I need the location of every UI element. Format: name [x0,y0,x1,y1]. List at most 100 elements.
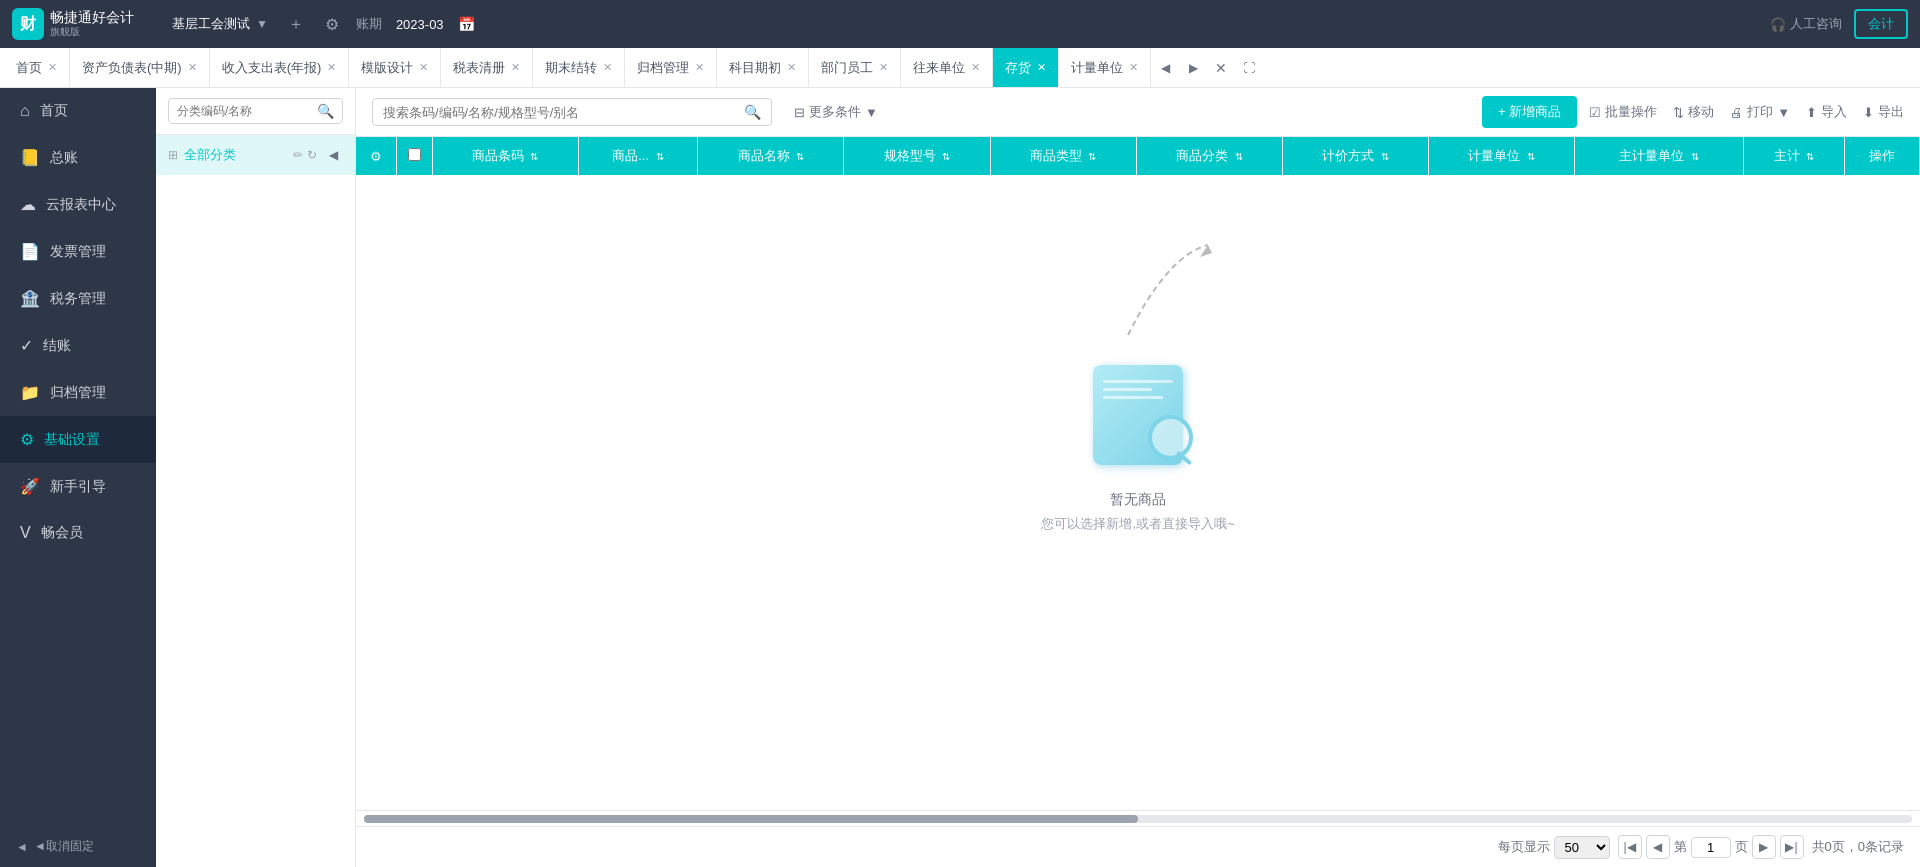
category-search-wrap[interactable]: 🔍 [168,98,343,124]
sort-type[interactable]: ⇅ [1088,152,1096,162]
settings-icon[interactable]: ⚙ [318,10,346,38]
pagination: 每页显示 50 100 200 |◀ ◀ 第 页 ▶ [356,826,1920,867]
sidebar-item-home[interactable]: ⌂ 首页 [0,88,156,134]
sidebar-item-member[interactable]: V 畅会员 [0,510,156,556]
sort-unit[interactable]: ⇅ [1527,152,1535,162]
th-action: 操作 [1844,137,1919,175]
scroll-area[interactable] [356,810,1920,826]
th-type[interactable]: 商品类型 ⇅ [990,137,1136,175]
sidebar-item-close-period[interactable]: ✓ 结账 [0,322,156,369]
tab-tax-list-close[interactable]: ✕ [511,61,520,74]
tab-period-close[interactable]: 期末结转 ✕ [533,48,625,88]
tab-template[interactable]: 模版设计 ✕ [349,48,441,88]
tab-template-close[interactable]: ✕ [419,61,428,74]
tab-nav-next[interactable]: ▶ [1179,48,1207,88]
page-last-btn[interactable]: ▶| [1780,835,1804,859]
th-code[interactable]: 商品... ⇅ [578,137,698,175]
th-barcode[interactable]: 商品条码 ⇅ [432,137,578,175]
sort-barcode[interactable]: ⇅ [530,152,538,162]
tab-period-close-close[interactable]: ✕ [603,61,612,74]
tab-archive[interactable]: 归档管理 ✕ [625,48,717,88]
page-label: 第 [1674,838,1687,856]
per-page-select[interactable]: 50 100 200 [1554,836,1610,859]
category-refresh-icon[interactable]: ↻ [307,148,317,162]
tab-close-all[interactable]: ✕ [1207,48,1235,88]
calendar-icon[interactable]: 📅 [458,16,475,32]
filter-more-btn[interactable]: ⊟ 更多条件 ▼ [784,98,888,126]
sort-main-unit[interactable]: ⇅ [1691,152,1699,162]
sidebar-item-cloud[interactable]: ☁ 云报表中心 [0,181,156,228]
th-main[interactable]: 主计 ⇅ [1744,137,1845,175]
tab-contacts-close[interactable]: ✕ [971,61,980,74]
th-price-method[interactable]: 计价方式 ⇅ [1282,137,1428,175]
product-search-icon[interactable]: 🔍 [744,104,761,120]
th-name[interactable]: 商品名称 ⇅ [698,137,844,175]
tab-income-report[interactable]: 收入支出表(年报) ✕ [210,48,350,88]
page-next-btn[interactable]: ▶ [1752,835,1776,859]
search-bar: 🔍 ⊟ 更多条件 ▼ + 新增商品 ☑ 批量操作 ⇅ [356,88,1920,137]
sidebar-item-tax[interactable]: 🏦 税务管理 [0,275,156,322]
account-button[interactable]: 会计 [1854,9,1908,39]
page-first-btn[interactable]: |◀ [1618,835,1642,859]
sidebar-item-invoice[interactable]: 📄 发票管理 [0,228,156,275]
tab-department[interactable]: 部门员工 ✕ [809,48,901,88]
sort-category[interactable]: ⇅ [1235,152,1243,162]
sidebar-item-guide[interactable]: 🚀 新手引导 [0,463,156,510]
sort-price-method[interactable]: ⇅ [1381,152,1389,162]
sort-main[interactable]: ⇅ [1806,152,1814,162]
sidebar-item-archive[interactable]: 📁 归档管理 [0,369,156,416]
tab-subject-initial[interactable]: 科目期初 ✕ [717,48,809,88]
tab-inventory[interactable]: 存货 ✕ [993,48,1059,88]
tab-contacts[interactable]: 往来单位 ✕ [901,48,993,88]
customer-service-btn[interactable]: 🎧 人工咨询 [1770,15,1842,33]
sidebar-item-ledger[interactable]: 📒 总账 [0,134,156,181]
move-btn[interactable]: ⇅ 移动 [1673,103,1714,121]
category-search-icon[interactable]: 🔍 [317,103,334,119]
product-search-input[interactable] [383,105,738,120]
batch-op-btn[interactable]: ☑ 批量操作 [1589,103,1657,121]
sidebar-unpin[interactable]: ◄ ◄取消固定 [0,826,156,867]
page-input[interactable] [1691,837,1731,858]
category-search-input[interactable] [177,104,313,118]
company-selector[interactable]: 基层工会测试 ▼ [172,15,268,33]
sort-spec[interactable]: ⇅ [942,152,950,162]
tab-expand[interactable]: ⛶ [1235,48,1263,88]
add-icon[interactable]: ＋ [282,10,310,38]
company-name: 基层工会测试 [172,15,250,33]
page-prev-btn[interactable]: ◀ [1646,835,1670,859]
tab-balance-sheet-close[interactable]: ✕ [188,61,197,74]
tab-homepage-close[interactable]: ✕ [48,61,57,74]
category-all[interactable]: ⊞ 全部分类 ✏ ↻ ◀ [156,135,355,175]
product-search-box[interactable]: 🔍 [372,98,772,126]
tab-income-report-close[interactable]: ✕ [327,61,336,74]
sort-code[interactable]: ⇅ [656,152,664,162]
th-unit[interactable]: 计量单位 ⇅ [1429,137,1575,175]
scroll-thumb[interactable] [364,815,1138,823]
import-btn[interactable]: ⬆ 导入 [1806,103,1847,121]
th-settings[interactable]: ⚙ [356,137,396,175]
add-product-btn[interactable]: + 新增商品 [1482,96,1577,128]
print-btn[interactable]: 🖨 打印 ▼ [1730,103,1790,121]
tab-unit-close[interactable]: ✕ [1129,61,1138,74]
tab-department-close[interactable]: ✕ [879,61,888,74]
tab-subject-initial-label: 科目期初 [729,59,781,77]
scroll-track[interactable] [364,815,1912,823]
tab-homepage[interactable]: 首页 ✕ [4,48,70,88]
th-checkbox[interactable] [396,137,432,175]
tab-subject-initial-close[interactable]: ✕ [787,61,796,74]
select-all-checkbox[interactable] [408,148,421,161]
tab-nav-prev[interactable]: ◀ [1151,48,1179,88]
th-category[interactable]: 商品分类 ⇅ [1136,137,1282,175]
sidebar-item-settings[interactable]: ⚙ 基础设置 [0,416,156,463]
th-spec[interactable]: 规格型号 ⇅ [844,137,990,175]
sort-name[interactable]: ⇅ [796,152,804,162]
tab-balance-sheet[interactable]: 资产负债表(中期) ✕ [70,48,210,88]
collapse-panel-btn[interactable]: ◀ [323,145,343,165]
tab-unit[interactable]: 计量单位 ✕ [1059,48,1151,88]
export-btn[interactable]: ⬇ 导出 [1863,103,1904,121]
category-edit-icon[interactable]: ✏ [293,148,303,162]
th-main-unit[interactable]: 主计量单位 ⇅ [1575,137,1744,175]
tab-inventory-close[interactable]: ✕ [1037,61,1046,74]
tab-archive-close[interactable]: ✕ [695,61,704,74]
tab-tax-list[interactable]: 税表清册 ✕ [441,48,533,88]
